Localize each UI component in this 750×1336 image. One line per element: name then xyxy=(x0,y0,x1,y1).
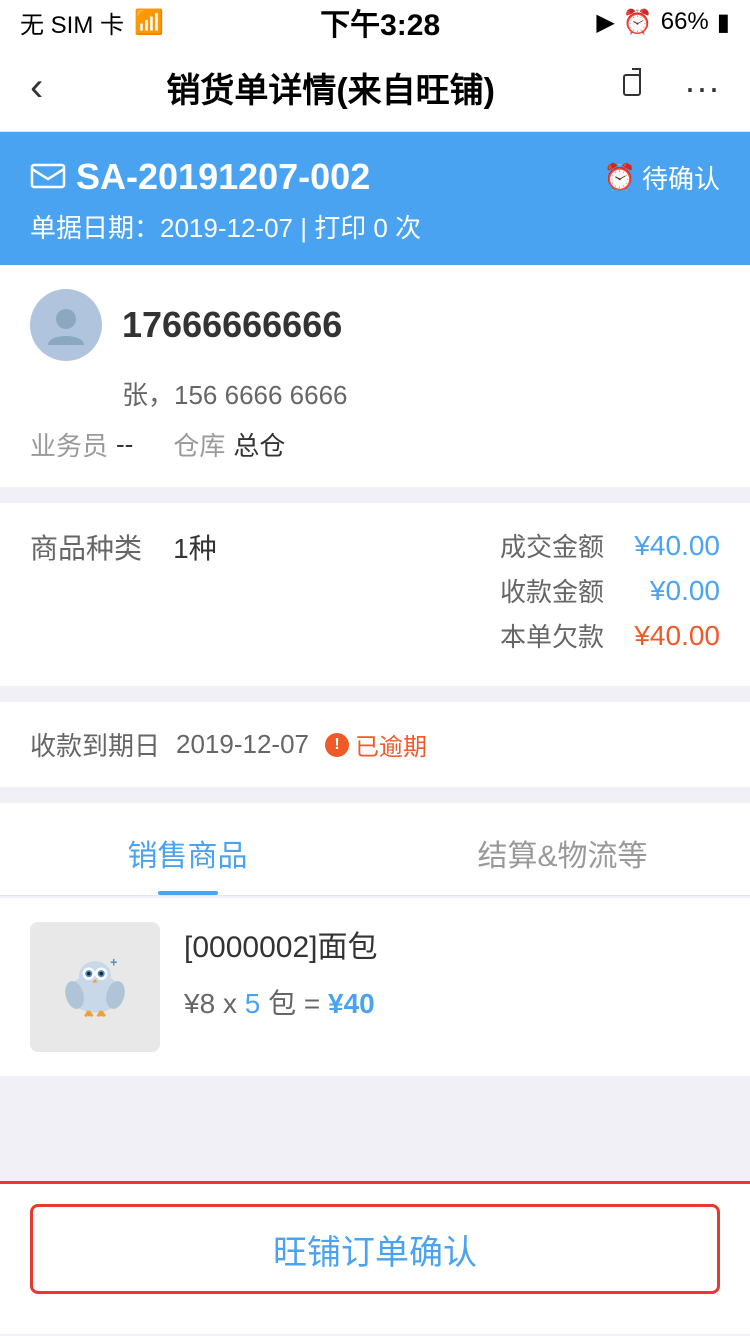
due-date-label: 收款到期日 xyxy=(30,726,160,763)
tab-settlement-logistics[interactable]: 结算&物流等 xyxy=(375,803,750,895)
customer-name: 张，156 6666 6666 xyxy=(30,375,720,412)
more-icon[interactable]: ··· xyxy=(684,67,720,109)
back-button[interactable]: ‹ xyxy=(30,65,43,110)
owed-value: ¥40.00 xyxy=(620,620,720,652)
avatar xyxy=(30,289,102,361)
amount-row: 成交金额 ¥40.00 xyxy=(500,527,720,564)
order-inbox-icon xyxy=(30,156,66,198)
location-icon: ▶ xyxy=(596,8,614,37)
order-date: 单据日期：2019-12-07 | 打印 0 次 xyxy=(30,208,720,245)
nav-actions: ··· xyxy=(618,65,720,110)
svg-text:+: + xyxy=(110,956,117,970)
overdue-warning-icon: ! xyxy=(325,733,349,757)
order-header-top: SA-20191207-002 ⏰ 待确认 xyxy=(30,156,720,198)
equals-sign: = xyxy=(304,988,328,1019)
summary-right: 成交金额 ¥40.00 收款金额 ¥0.00 本单欠款 ¥40.00 xyxy=(500,527,720,662)
customer-phone: 17666666666 xyxy=(122,304,342,346)
battery-icon: ▮ xyxy=(717,8,730,37)
product-total: ¥40 xyxy=(328,988,375,1019)
overdue-badge: ! 已逾期 xyxy=(325,727,427,762)
page-title: 销货单详情(来自旺铺) xyxy=(166,63,495,112)
salesperson-label: 业务员 xyxy=(30,426,108,463)
product-name: [0000002]面包 xyxy=(184,922,720,966)
order-status: ⏰ 待确认 xyxy=(604,159,720,196)
due-date-card: 收款到期日 2019-12-07 ! 已逾期 xyxy=(0,702,750,787)
summary-card: 商品种类 1种 成交金额 ¥40.00 收款金额 ¥0.00 本单欠款 ¥40.… xyxy=(0,503,750,686)
nav-bar: ‹ 销货单详情(来自旺铺) ··· xyxy=(0,44,750,132)
product-type-value: 1种 xyxy=(173,533,217,564)
owed-row: 本单欠款 ¥40.00 xyxy=(500,617,720,654)
status-bar-right: ▶ ⏰ 66% ▮ xyxy=(596,8,730,37)
wifi-icon: 📶 xyxy=(134,8,164,37)
received-label: 收款金额 xyxy=(500,572,604,609)
status-bar-left: 无 SIM 卡 📶 xyxy=(20,5,164,40)
bottom-bar: 旺铺订单确认 xyxy=(0,1181,750,1334)
price-unit: ¥8 xyxy=(184,988,215,1019)
clock-icon: ⏰ xyxy=(604,162,636,193)
amount-label: 成交金额 xyxy=(500,527,604,564)
alarm-icon: ⏰ xyxy=(623,8,653,37)
summary-left: 商品种类 1种 xyxy=(30,527,217,567)
product-card: + [0000002]面包 ¥8 x 5 包 = ¥40 xyxy=(0,898,750,1076)
battery-text: 66% xyxy=(661,8,709,36)
product-thumbnail: + xyxy=(30,922,160,1052)
received-value: ¥0.00 xyxy=(620,575,720,607)
carrier-text: 无 SIM 卡 xyxy=(20,5,124,40)
product-type-label: 商品种类 xyxy=(30,533,142,564)
status-bar: 无 SIM 卡 📶 下午3:28 ▶ ⏰ 66% ▮ xyxy=(0,0,750,44)
unit-text: 包 xyxy=(268,988,296,1019)
warehouse-value: 总仓 xyxy=(233,426,285,463)
received-row: 收款金额 ¥0.00 xyxy=(500,572,720,609)
customer-top: 17666666666 xyxy=(30,289,720,361)
product-price: ¥8 x 5 包 = ¥40 xyxy=(184,982,720,1022)
customer-card: 17666666666 张，156 6666 6666 业务员 -- 仓库 总仓 xyxy=(0,265,750,487)
share-icon[interactable] xyxy=(618,65,654,110)
salesperson-value: -- xyxy=(116,429,133,460)
customer-meta: 业务员 -- 仓库 总仓 xyxy=(30,426,720,463)
order-header: SA-20191207-002 ⏰ 待确认 单据日期：2019-12-07 | … xyxy=(0,132,750,265)
salesperson-field: 业务员 -- xyxy=(30,426,133,463)
multiply-sign: x xyxy=(223,988,245,1019)
tab-sales-products[interactable]: 销售商品 xyxy=(0,803,375,895)
warehouse-label: 仓库 xyxy=(173,426,225,463)
due-date-value: 2019-12-07 xyxy=(176,729,309,760)
tabs: 销售商品 结算&物流等 xyxy=(0,803,750,896)
product-info: [0000002]面包 ¥8 x 5 包 = ¥40 xyxy=(184,922,720,1022)
product-qty: 5 xyxy=(245,988,261,1019)
overdue-text: 已逾期 xyxy=(355,727,427,762)
order-id: SA-20191207-002 xyxy=(30,156,370,198)
time-display: 下午3:28 xyxy=(320,0,440,44)
amount-value: ¥40.00 xyxy=(620,530,720,562)
owed-label: 本单欠款 xyxy=(500,617,604,654)
warehouse-field: 仓库 总仓 xyxy=(173,426,285,463)
confirm-order-button[interactable]: 旺铺订单确认 xyxy=(30,1204,720,1294)
